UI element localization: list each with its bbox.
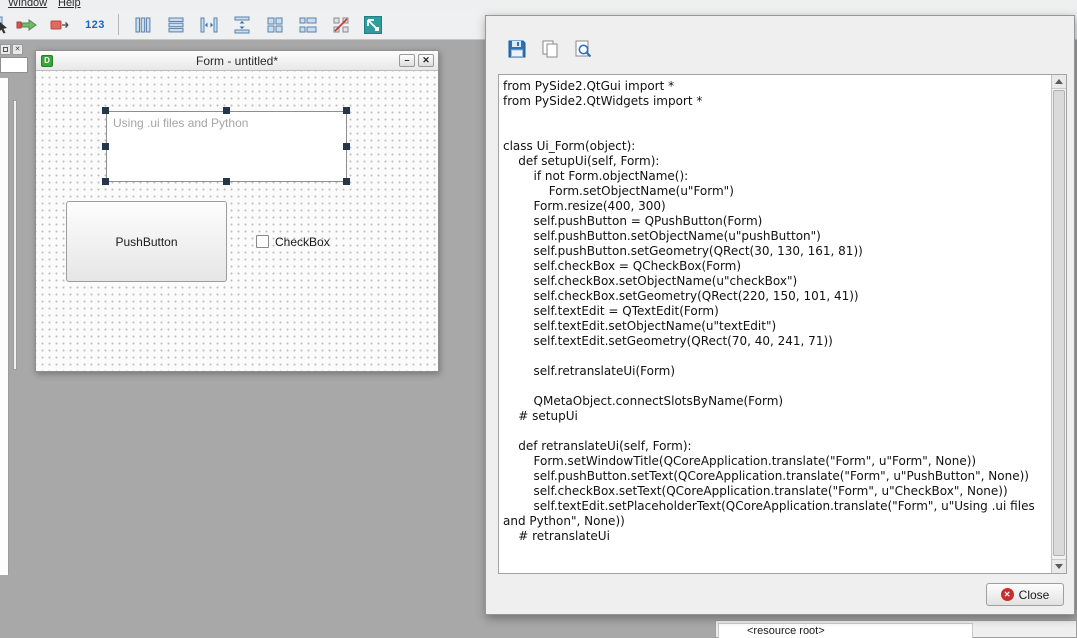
edit-buddies-icon [50, 15, 72, 35]
selection-handle-se[interactable] [343, 178, 350, 185]
splitter-vertical-icon [232, 15, 252, 35]
save-code-button[interactable] [504, 36, 530, 62]
form-close-button[interactable]: ✕ [418, 54, 434, 67]
scroll-up-button[interactable] [1052, 75, 1066, 89]
code-preview-dialog: from PySide2.QtGui import * from PySide2… [485, 15, 1075, 615]
widgetbox-scrollbar[interactable] [13, 100, 17, 370]
selection-handle-ne[interactable] [343, 107, 350, 114]
save-icon [506, 38, 528, 60]
toolbar-separator [118, 14, 119, 35]
widgetbox-filter-input[interactable] [0, 57, 28, 73]
splitter-horizontal-button[interactable] [196, 12, 222, 38]
edit-tab-order-icon: 123 [85, 19, 105, 31]
selection-handle-s[interactable] [223, 178, 230, 185]
layout-form-icon [298, 15, 318, 35]
copy-icon [539, 38, 561, 60]
edit-widgets-icon [0, 15, 11, 35]
widgetbox-panel-sliver [0, 78, 9, 575]
form-window-title: Form - untitled* [36, 54, 438, 68]
edit-buddies-button[interactable] [48, 12, 74, 38]
textedit-widget[interactable]: Using .ui files and Python [106, 111, 347, 182]
layout-vertical-icon [166, 15, 186, 35]
find-code-button[interactable] [570, 36, 596, 62]
code-view[interactable]: from PySide2.QtGui import * from PySide2… [498, 74, 1067, 574]
break-layout-icon [331, 15, 351, 35]
adjust-size-button[interactable] [360, 12, 386, 38]
form-designer-window: D Form - untitled* – ✕ Using .ui files a… [35, 50, 439, 372]
form-window-titlebar[interactable]: D Form - untitled* – ✕ [36, 51, 438, 71]
adjust-size-icon [363, 15, 383, 35]
menu-help[interactable]: Help [58, 0, 81, 9]
form-canvas[interactable]: Using .ui files and Python PushButton Ch… [36, 71, 438, 371]
resource-root-row[interactable]: <resource root> [718, 623, 973, 638]
layout-grid-button[interactable] [262, 12, 288, 38]
dock-close-button[interactable]: ✕ [12, 44, 23, 55]
form-minimize-button[interactable]: – [399, 54, 415, 67]
find-icon [572, 38, 594, 60]
selection-handle-nw[interactable] [102, 107, 109, 114]
selection-handle-w[interactable] [102, 143, 109, 150]
copy-code-button[interactable] [537, 36, 563, 62]
pushbutton-widget[interactable]: PushButton [66, 201, 227, 282]
arrow-down-icon [1055, 564, 1063, 569]
code-scrollbar[interactable] [1051, 75, 1066, 573]
close-icon: ✕ [15, 46, 21, 53]
dock-float-button[interactable] [0, 44, 11, 55]
scrollbar-thumb[interactable] [1053, 90, 1065, 556]
break-layout-button[interactable] [328, 12, 354, 38]
selection-handle-n[interactable] [223, 107, 230, 114]
selection-handle-e[interactable] [343, 143, 350, 150]
qt-designer-screen: Window Help 123 [0, 0, 1077, 638]
checkbox-label: CheckBox [275, 235, 330, 249]
splitter-vertical-button[interactable] [229, 12, 255, 38]
layout-grid-icon [265, 15, 285, 35]
edit-signals-slots-button[interactable] [14, 12, 40, 38]
scroll-down-button[interactable] [1052, 559, 1066, 573]
edit-signals-slots-icon [16, 15, 38, 35]
generated-python-code: from PySide2.QtGui import * from PySide2… [499, 75, 1066, 548]
layout-horizontal-icon [133, 15, 153, 35]
menu-window[interactable]: Window [8, 0, 47, 9]
float-icon [3, 47, 8, 52]
edit-widgets-button[interactable] [0, 12, 14, 38]
layout-horizontal-button[interactable] [130, 12, 156, 38]
arrow-up-icon [1055, 79, 1063, 84]
close-button-label: Close [1019, 588, 1050, 602]
close-circle-icon: ✕ [1001, 588, 1014, 601]
close-dialog-button[interactable]: ✕ Close [986, 583, 1064, 606]
resource-root-label: <resource root> [747, 625, 825, 637]
layout-form-button[interactable] [295, 12, 321, 38]
selection-handle-sw[interactable] [102, 178, 109, 185]
menubar: Window Help [0, 0, 1077, 10]
resource-browser-panel: <resource root> [715, 620, 1077, 638]
splitter-horizontal-icon [199, 15, 219, 35]
checkbox-widget[interactable]: CheckBox [256, 221, 357, 262]
edit-tab-order-button[interactable]: 123 [80, 12, 110, 38]
checkbox-box-icon [256, 235, 269, 248]
layout-vertical-button[interactable] [163, 12, 189, 38]
